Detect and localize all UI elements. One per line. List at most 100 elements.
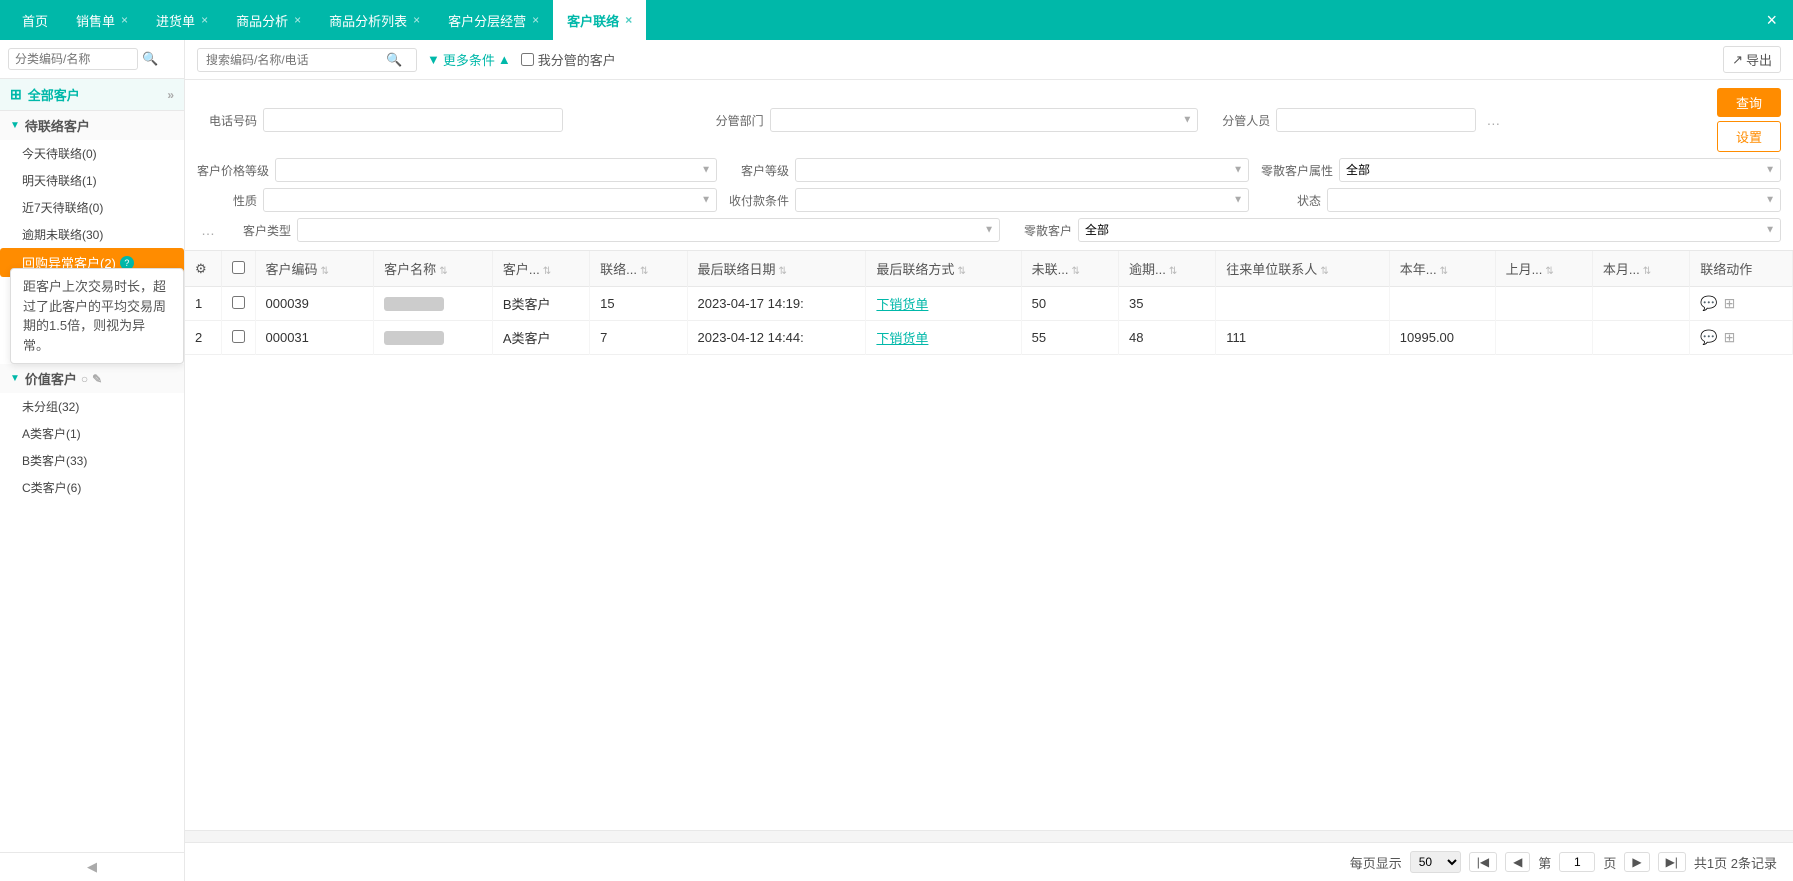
sidebar-section-value[interactable]: ▼ 价值客户 ○ ✎ [0,364,184,393]
filter-retail-customer: 零散客户 全部 ▼ [1012,218,1781,242]
filter-search-icon[interactable]: 🔍 [386,52,402,68]
phone-input[interactable] [263,108,563,132]
window-close-btn[interactable]: × [1758,10,1785,31]
sidebar-item-overdue-contact[interactable]: 逾期未联络(30) [0,221,184,248]
col-unit-contact[interactable]: 往来单位联系人⇅ [1216,251,1390,287]
col-type[interactable]: 客户...⇅ [492,251,589,287]
col-code[interactable]: 客户编码⇅ [255,251,374,287]
my-customer-checkbox[interactable] [521,53,534,66]
row2-contact: 7 [590,321,687,355]
payment-select[interactable] [795,188,1249,212]
col-overdue[interactable]: 逾期...⇅ [1118,251,1215,287]
retail-customer-label: 零散客户 [1012,222,1072,239]
row2-last-method[interactable]: 下销货单 [866,321,1021,355]
sidebar-item-today[interactable]: 今天待联络(0) [0,140,184,167]
customer-type-select-wrapper: ▼ [297,218,1000,242]
more-dots-icon[interactable]: … [197,222,219,238]
sidebar-item-tomorrow[interactable]: 明天待联络(1) [0,167,184,194]
col-last-method[interactable]: 最后联络方式⇅ [866,251,1021,287]
close-sales-tab[interactable]: × [121,13,128,27]
nav-right: × [1758,10,1785,31]
filter-more-btn[interactable]: ▼ 更多条件 ▲ [427,50,511,69]
retail-customer-select[interactable]: 全部 [1078,218,1781,242]
person-input[interactable] [1276,108,1476,132]
close-product-analysis-list-tab[interactable]: × [413,13,420,27]
customer-grade-select[interactable] [795,158,1249,182]
last-page-btn[interactable]: ▶| [1658,852,1686,872]
row2-name [374,321,493,355]
h-scroll-bar[interactable] [185,830,1793,842]
row1-action-icons: 💬 ⊞ [1700,295,1782,312]
tab-customer-segment[interactable]: 客户分层经营 × [434,0,553,40]
tab-purchase[interactable]: 进货单 × [142,0,222,40]
filter-search-input[interactable] [206,53,386,67]
close-purchase-tab[interactable]: × [201,13,208,27]
per-page-label: 每页显示 [1350,853,1402,872]
row2-checkbox-input[interactable] [232,330,245,343]
prev-page-btn[interactable]: ◀ [1505,852,1530,872]
col-last-date[interactable]: 最后联络日期⇅ [687,251,866,287]
row1-checkbox-input[interactable] [232,296,245,309]
col-contact[interactable]: 联络...⇅ [590,251,687,287]
query-btn[interactable]: 查询 [1717,88,1781,117]
select-all-checkbox[interactable] [232,261,245,274]
settings-btn[interactable]: 设置 [1717,121,1781,152]
tab-product-analysis-list[interactable]: 商品分析列表 × [315,0,434,40]
col-last-month[interactable]: 上月...⇅ [1495,251,1592,287]
filter-customer-type: 客户类型 ▼ [231,218,1000,242]
edit-icon[interactable]: ○ [81,372,88,386]
page-input[interactable] [1559,852,1595,872]
first-page-btn[interactable]: |◀ [1469,852,1497,872]
row1-grid-icon[interactable]: ⊞ [1724,295,1736,312]
sidebar-item-ungroup[interactable]: 未分组(32) [0,393,184,420]
row1-comment-icon[interactable]: 💬 [1700,295,1717,312]
export-btn[interactable]: ↗ 导出 [1723,46,1781,73]
customer-type-label: 客户类型 [231,222,291,239]
col-this-month[interactable]: 本月...⇅ [1592,251,1689,287]
col-name[interactable]: 客户名称⇅ [374,251,493,287]
page-label-after: 页 [1603,853,1616,872]
next-page-btn[interactable]: ▶ [1624,852,1649,872]
filter-icon: ▼ [427,52,440,67]
row1-last-method[interactable]: 下销货单 [866,287,1021,321]
row2-grid-icon[interactable]: ⊞ [1724,329,1736,346]
tab-customer-contact[interactable]: 客户联络 × [553,0,646,40]
retail-attr-select[interactable]: 全部 [1339,158,1781,182]
sidebar-all-customers[interactable]: ⊞ 全部客户 » [0,79,184,111]
col-this-year[interactable]: 本年...⇅ [1389,251,1495,287]
sidebar-search-icon[interactable]: 🔍 [142,51,158,67]
sidebar-search-input[interactable] [8,48,138,70]
col-uncontacted[interactable]: 未联...⇅ [1021,251,1118,287]
tab-home[interactable]: 首页 [8,0,62,40]
price-grade-select[interactable] [275,158,717,182]
row2-comment-icon[interactable]: 💬 [1700,329,1717,346]
payment-label: 收付款条件 [729,192,789,209]
sort-uncontacted-icon: ⇅ [1071,266,1079,277]
close-customer-contact-tab[interactable]: × [625,13,632,27]
tab-sales[interactable]: 销售单 × [62,0,142,40]
gender-select[interactable] [263,188,717,212]
sidebar-item-class-b[interactable]: B类客户(33) [0,447,184,474]
customer-type-select[interactable] [297,218,1000,242]
close-customer-segment-tab[interactable]: × [532,13,539,27]
page-size-select[interactable]: 50 100 200 [1410,851,1461,873]
close-product-analysis-tab[interactable]: × [294,13,301,27]
edit-icon-2[interactable]: ✎ [92,372,102,386]
status-select[interactable] [1327,188,1781,212]
filter-phone: 电话号码 [197,108,692,132]
col-settings[interactable]: ⚙ [185,251,221,287]
row1-unit-contact [1216,287,1390,321]
sidebar-item-class-a[interactable]: A类客户(1) [0,420,184,447]
row2-this-year: 10995.00 [1389,321,1495,355]
person-dots-icon[interactable]: … [1482,112,1504,128]
filter-bar: 🔍 ▼ 更多条件 ▲ 我分管的客户 ↗ 导出 [185,40,1793,80]
sidebar-collapse-btn[interactable]: ◀ [0,852,184,881]
sidebar-item-class-c[interactable]: C类客户(6) [0,474,184,501]
sidebar-item-7days[interactable]: 近7天待联络(0) [0,194,184,221]
sidebar-section-pending[interactable]: ▼ 待联络客户 [0,111,184,140]
dept-select[interactable] [770,108,1199,132]
row2-checkbox [221,321,255,355]
row2-method-link[interactable]: 下销货单 [876,331,928,346]
tab-product-analysis[interactable]: 商品分析 × [222,0,315,40]
row1-method-link[interactable]: 下销货单 [876,297,928,312]
